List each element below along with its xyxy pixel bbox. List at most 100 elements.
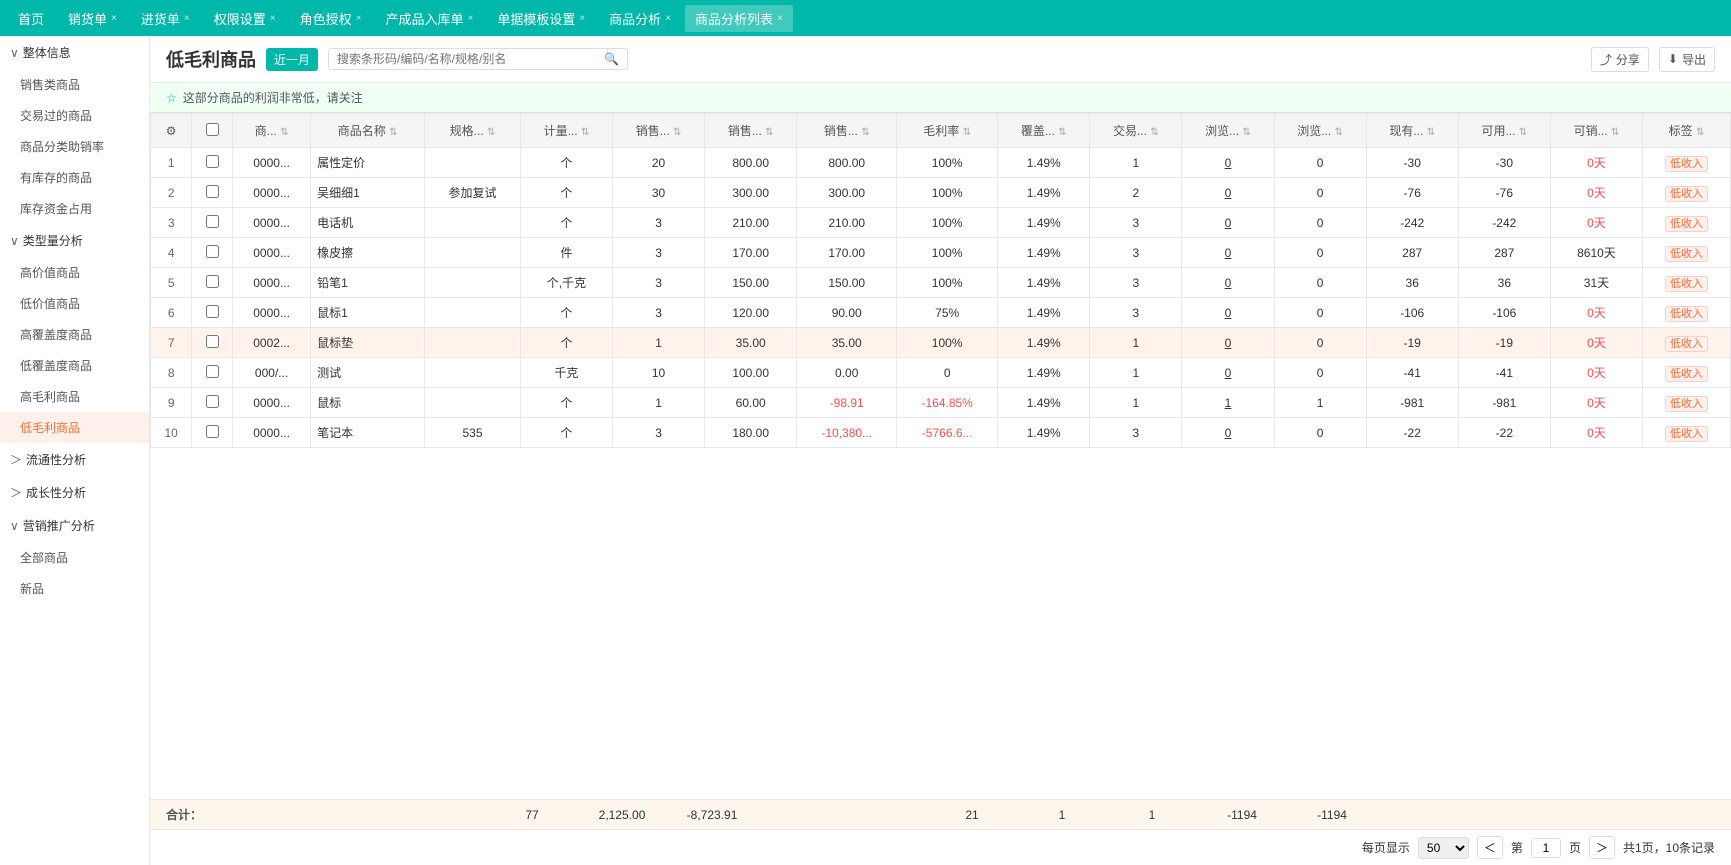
row-checkbox[interactable]: [206, 155, 219, 168]
col-saleable[interactable]: 可销... ⇅: [1550, 114, 1642, 148]
sidebar-item-stocked-products[interactable]: 有库存的商品: [0, 162, 149, 193]
cell-checkbox[interactable]: [192, 268, 233, 298]
close-icon[interactable]: ×: [270, 13, 276, 24]
date-filter-button[interactable]: 近一月: [266, 48, 318, 71]
col-browse1[interactable]: 浏览... ⇅: [1182, 114, 1274, 148]
col-qty[interactable]: 销售... ⇅: [613, 114, 705, 148]
col-sales[interactable]: 销售... ⇅: [797, 114, 897, 148]
sidebar-section-growth[interactable]: ＞ 成长性分析: [0, 476, 149, 509]
col-gross-margin[interactable]: 毛利率 ⇅: [897, 114, 998, 148]
select-all-checkbox[interactable]: [206, 123, 219, 136]
sidebar-item-traded-products[interactable]: 交易过的商品: [0, 100, 149, 131]
cell-browse1[interactable]: 0: [1182, 148, 1274, 178]
col-available[interactable]: 可用... ⇅: [1458, 114, 1550, 148]
search-input[interactable]: [337, 52, 598, 66]
row-checkbox[interactable]: [206, 185, 219, 198]
cell-name[interactable]: 吴细细1: [311, 178, 425, 208]
close-icon[interactable]: ×: [184, 13, 190, 24]
cell-name[interactable]: 铅笔1: [311, 268, 425, 298]
sidebar-item-low-margin[interactable]: 低毛利商品: [0, 412, 149, 443]
close-icon[interactable]: ×: [579, 13, 585, 24]
sidebar-item-sales-products[interactable]: 销售类商品: [0, 69, 149, 100]
cell-name[interactable]: 鼠标垫: [311, 328, 425, 358]
sidebar-section-marketing[interactable]: ∨ 营销推广分析: [0, 509, 149, 542]
row-checkbox[interactable]: [206, 365, 219, 378]
nav-home[interactable]: 首页: [8, 5, 54, 32]
sidebar-item-new-products[interactable]: 新品: [0, 573, 149, 604]
sidebar-item-low-coverage[interactable]: 低覆盖度商品: [0, 350, 149, 381]
cell-checkbox[interactable]: [192, 148, 233, 178]
cell-name[interactable]: 鼠标: [311, 388, 425, 418]
cell-name[interactable]: 电话机: [311, 208, 425, 238]
cell-browse1[interactable]: 0: [1182, 298, 1274, 328]
close-icon[interactable]: ×: [777, 13, 783, 24]
page-number-input[interactable]: [1531, 838, 1561, 858]
cell-checkbox[interactable]: [192, 388, 233, 418]
nav-product-analysis[interactable]: 商品分析 ×: [599, 5, 681, 32]
cell-browse1[interactable]: 0: [1182, 238, 1274, 268]
cell-checkbox[interactable]: [192, 298, 233, 328]
nav-product-analysis-list[interactable]: 商品分析列表 ×: [685, 5, 793, 32]
nav-purchase-order[interactable]: 进货单 ×: [131, 5, 200, 32]
next-page-button[interactable]: ＞: [1589, 836, 1615, 859]
col-spec[interactable]: 规格... ⇅: [425, 114, 521, 148]
sidebar-item-high-value[interactable]: 高价值商品: [0, 257, 149, 288]
row-checkbox[interactable]: [206, 425, 219, 438]
row-checkbox[interactable]: [206, 305, 219, 318]
cell-browse1[interactable]: 0: [1182, 268, 1274, 298]
row-checkbox[interactable]: [206, 245, 219, 258]
sidebar-item-all-products[interactable]: 全部商品: [0, 542, 149, 573]
sidebar-item-stock-funds[interactable]: 库存资金占用: [0, 193, 149, 224]
cell-browse1[interactable]: 0: [1182, 178, 1274, 208]
cell-browse1[interactable]: 0: [1182, 328, 1274, 358]
row-checkbox[interactable]: [206, 275, 219, 288]
row-checkbox[interactable]: [206, 215, 219, 228]
cell-name[interactable]: 测试: [311, 358, 425, 388]
col-transaction[interactable]: 交易... ⇅: [1090, 114, 1182, 148]
sidebar-section-circulation[interactable]: ＞ 流通性分析: [0, 443, 149, 476]
sidebar-item-high-coverage[interactable]: 高覆盖度商品: [0, 319, 149, 350]
sidebar-item-high-margin[interactable]: 高毛利商品: [0, 381, 149, 412]
col-price[interactable]: 销售... ⇅: [705, 114, 797, 148]
cell-browse1[interactable]: 0: [1182, 208, 1274, 238]
col-tag[interactable]: 标签 ⇅: [1643, 114, 1731, 148]
search-icon[interactable]: 🔍: [604, 52, 619, 66]
sidebar-item-category-rate[interactable]: 商品分类助销率: [0, 131, 149, 162]
cell-name[interactable]: 橡皮擦: [311, 238, 425, 268]
export-button[interactable]: ⬇ 导出: [1659, 47, 1715, 72]
cell-checkbox[interactable]: [192, 208, 233, 238]
sidebar-item-low-value[interactable]: 低价值商品: [0, 288, 149, 319]
nav-template-settings[interactable]: 单据模板设置 ×: [487, 5, 595, 32]
col-settings[interactable]: ⚙: [151, 114, 192, 148]
col-code[interactable]: 商... ⇅: [233, 114, 311, 148]
col-browse2[interactable]: 浏览... ⇅: [1274, 114, 1366, 148]
cell-checkbox[interactable]: [192, 178, 233, 208]
close-icon[interactable]: ×: [111, 13, 117, 24]
cell-checkbox[interactable]: [192, 358, 233, 388]
col-unit[interactable]: 计量... ⇅: [520, 114, 612, 148]
cell-checkbox[interactable]: [192, 328, 233, 358]
sidebar-section-overall[interactable]: ∨ 整体信息: [0, 36, 149, 69]
row-checkbox[interactable]: [206, 395, 219, 408]
cell-checkbox[interactable]: [192, 418, 233, 448]
cell-browse1[interactable]: 0: [1182, 358, 1274, 388]
row-checkbox[interactable]: [206, 335, 219, 348]
share-button[interactable]: ⤴ 分享: [1591, 47, 1649, 72]
nav-permissions[interactable]: 权限设置 ×: [204, 5, 286, 32]
cell-checkbox[interactable]: [192, 238, 233, 268]
col-name[interactable]: 商品名称 ⇅: [311, 114, 425, 148]
cell-browse1[interactable]: 0: [1182, 418, 1274, 448]
prev-page-button[interactable]: ＜: [1477, 836, 1503, 859]
close-icon[interactable]: ×: [665, 13, 671, 24]
close-icon[interactable]: ×: [467, 13, 473, 24]
col-coverage[interactable]: 覆盖... ⇅: [998, 114, 1090, 148]
col-current[interactable]: 现有... ⇅: [1366, 114, 1458, 148]
col-checkbox[interactable]: [192, 114, 233, 148]
sidebar-section-type-analysis[interactable]: ∨ 类型量分析: [0, 224, 149, 257]
cell-name[interactable]: 属性定价: [311, 148, 425, 178]
nav-role-auth[interactable]: 角色授权 ×: [290, 5, 372, 32]
nav-sales-order[interactable]: 销货单 ×: [58, 5, 127, 32]
cell-name[interactable]: 鼠标1: [311, 298, 425, 328]
cell-name[interactable]: 笔记本: [311, 418, 425, 448]
nav-product-warehouse[interactable]: 产成品入库单 ×: [375, 5, 483, 32]
